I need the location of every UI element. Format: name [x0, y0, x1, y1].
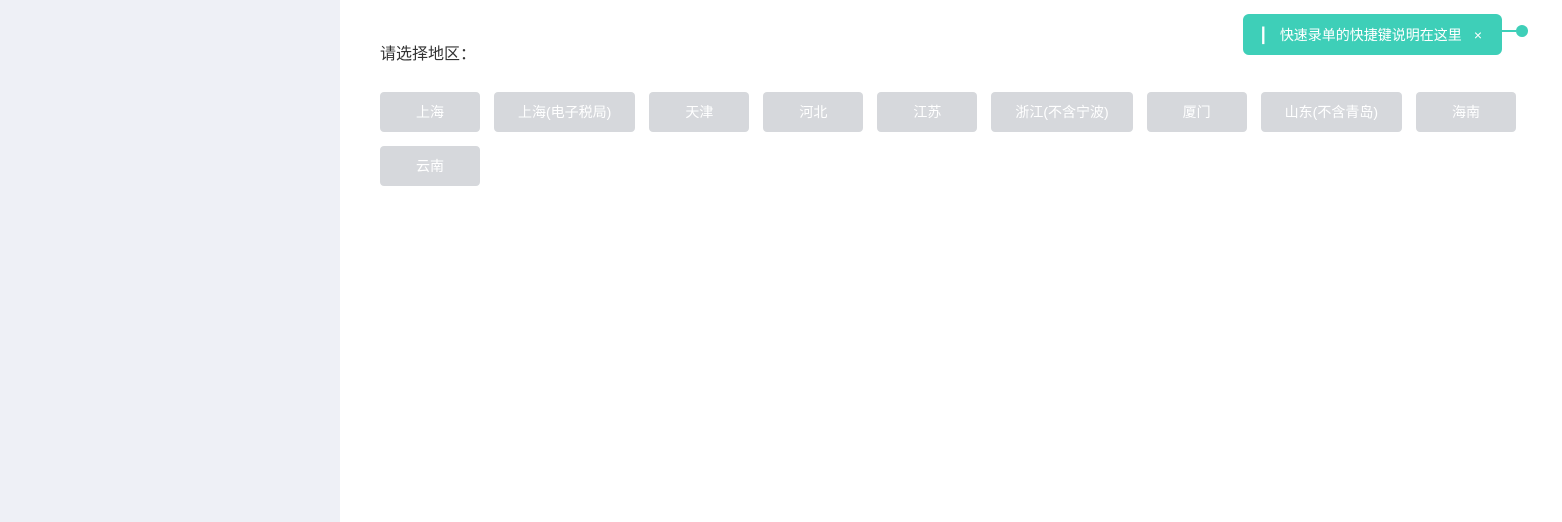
tooltip-close-button[interactable]: × [1472, 27, 1484, 43]
tooltip-text: 快速录单的快捷键说明在这里 [1280, 25, 1462, 45]
region-button-yunnan[interactable]: 云南 [380, 146, 480, 186]
region-buttons-container: 上海上海(电子税局) 天津河北江苏浙江(不含宁波) 厦门山东(不含青岛) 海南云南 [380, 92, 1522, 186]
tooltip-dot [1516, 25, 1528, 37]
region-button-hebei[interactable]: 河北 [763, 92, 863, 132]
tooltip-banner: 快速录单的快捷键说明在这里 × [1243, 14, 1502, 55]
region-button-zhejiang[interactable]: 浙江(不含宁波) [991, 92, 1132, 132]
region-button-shanghai-etax[interactable]: 上海(电子税局) [494, 92, 635, 132]
region-button-xiamen[interactable]: 厦门 [1147, 92, 1247, 132]
region-button-shandong[interactable]: 山东(不含青岛) [1261, 92, 1402, 132]
region-button-jiangsu[interactable]: 江苏 [877, 92, 977, 132]
region-button-hainan[interactable]: 海南 [1416, 92, 1516, 132]
region-button-tianjin[interactable]: 天津 [649, 92, 749, 132]
main-content: 请选择地区： 上海上海(电子税局)天津河北江苏浙江(不含宁波)厦门山东(不含青岛… [340, 0, 1562, 522]
tooltip-connector [1488, 30, 1516, 32]
region-button-shanghai[interactable]: 上海 [380, 92, 480, 132]
left-sidebar [0, 0, 340, 522]
